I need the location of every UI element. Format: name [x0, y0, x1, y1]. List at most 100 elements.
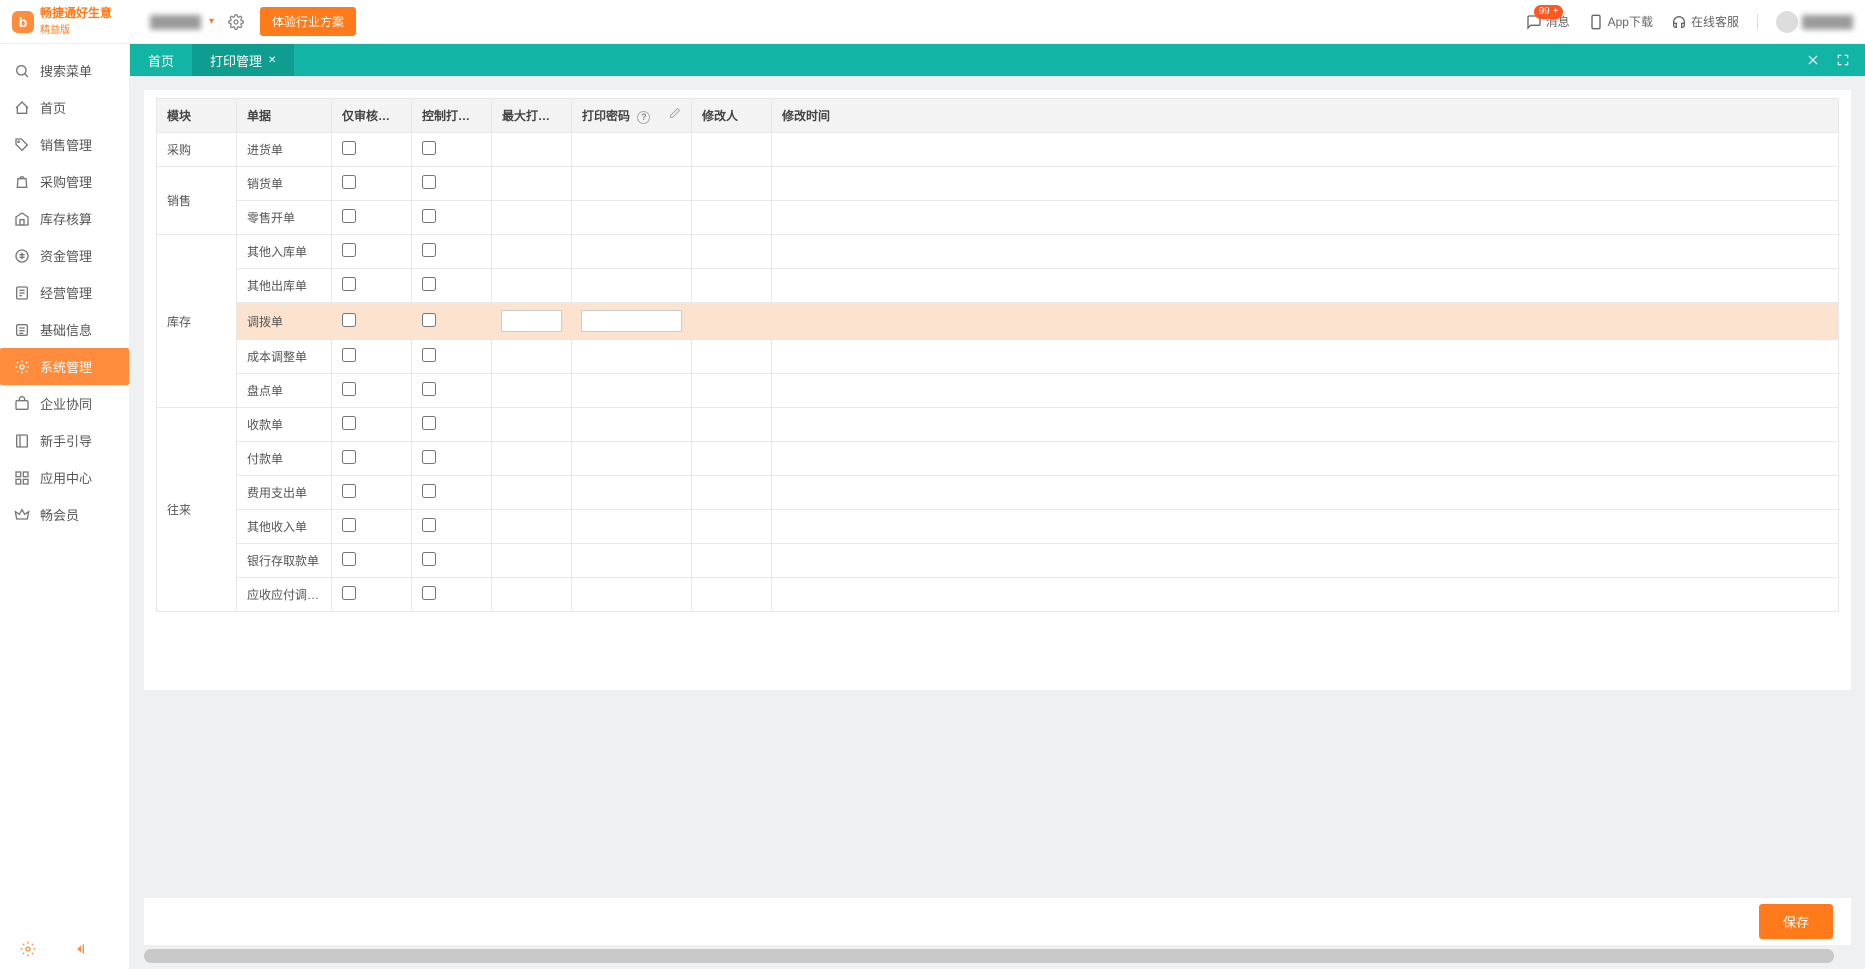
- control-checkbox[interactable]: [422, 484, 436, 498]
- collapse-icon[interactable]: [72, 941, 88, 957]
- table-row[interactable]: 销售销货单: [157, 167, 1839, 201]
- user-menu[interactable]: ██████: [1776, 11, 1853, 33]
- save-button[interactable]: 保存: [1759, 904, 1833, 939]
- max-input[interactable]: [502, 311, 561, 331]
- sidebar-item-10[interactable]: 新手引导: [0, 422, 129, 459]
- control-checkbox[interactable]: [422, 313, 436, 327]
- sidebar-item-6[interactable]: 经营管理: [0, 274, 129, 311]
- control-checkbox[interactable]: [422, 416, 436, 430]
- table-row[interactable]: 盘点单: [157, 374, 1839, 408]
- close-all-tabs-icon[interactable]: [1805, 52, 1821, 68]
- cell-audit: [332, 269, 412, 303]
- table-row[interactable]: 应收应付调整单: [157, 578, 1839, 612]
- control-checkbox[interactable]: [422, 209, 436, 223]
- th-module: 模块: [157, 99, 237, 133]
- audit-checkbox[interactable]: [342, 416, 356, 430]
- table-row[interactable]: 费用支出单: [157, 476, 1839, 510]
- control-checkbox[interactable]: [422, 277, 436, 291]
- control-checkbox[interactable]: [422, 175, 436, 189]
- app-download-button[interactable]: App下载: [1588, 13, 1653, 30]
- control-checkbox[interactable]: [422, 141, 436, 155]
- control-checkbox[interactable]: [422, 382, 436, 396]
- table-row[interactable]: 其他出库单: [157, 269, 1839, 303]
- audit-checkbox[interactable]: [342, 209, 356, 223]
- control-checkbox[interactable]: [422, 450, 436, 464]
- control-checkbox[interactable]: [422, 552, 436, 566]
- cell-modifier: [692, 340, 772, 374]
- sidebar-item-0[interactable]: 搜索菜单: [0, 52, 129, 89]
- tab-0[interactable]: 首页: [130, 44, 192, 76]
- audit-checkbox[interactable]: [342, 243, 356, 257]
- help-icon[interactable]: ?: [637, 111, 650, 124]
- cell-max[interactable]: [492, 303, 572, 340]
- fullscreen-icon[interactable]: [1835, 52, 1851, 68]
- sidebar-item-12[interactable]: 畅会员: [0, 496, 129, 533]
- sidebar-item-2[interactable]: 销售管理: [0, 126, 129, 163]
- settings-small-icon[interactable]: [20, 941, 36, 957]
- cell-doc: 银行存取款单: [237, 544, 332, 578]
- sidebar-item-9[interactable]: 企业协同: [0, 385, 129, 422]
- edit-icon[interactable]: [669, 107, 681, 119]
- pwd-input[interactable]: [582, 311, 681, 331]
- divider: [1757, 14, 1758, 30]
- sidebar-item-label: 采购管理: [40, 172, 92, 191]
- audit-checkbox[interactable]: [342, 552, 356, 566]
- logo-icon: b: [12, 11, 34, 33]
- audit-checkbox[interactable]: [342, 141, 356, 155]
- cell-max: [492, 476, 572, 510]
- online-service-button[interactable]: 在线客服: [1671, 13, 1739, 30]
- table-row[interactable]: 库存其他入库单: [157, 235, 1839, 269]
- control-checkbox[interactable]: [422, 243, 436, 257]
- cell-control: [412, 374, 492, 408]
- cell-audit: [332, 408, 412, 442]
- control-checkbox[interactable]: [422, 348, 436, 362]
- audit-checkbox[interactable]: [342, 484, 356, 498]
- control-checkbox[interactable]: [422, 586, 436, 600]
- audit-checkbox[interactable]: [342, 175, 356, 189]
- account-selector[interactable]: ██████ ▾: [150, 15, 214, 29]
- table-row[interactable]: 往来收款单: [157, 408, 1839, 442]
- cell-control: [412, 303, 492, 340]
- sidebar-item-label: 新手引导: [40, 431, 92, 450]
- cell-audit: [332, 476, 412, 510]
- cell-max: [492, 374, 572, 408]
- tab-label: 首页: [148, 51, 174, 70]
- audit-checkbox[interactable]: [342, 348, 356, 362]
- sidebar-item-8[interactable]: 系统管理: [0, 348, 129, 385]
- control-checkbox[interactable]: [422, 518, 436, 532]
- cell-doc: 进货单: [237, 133, 332, 167]
- tab-close-icon[interactable]: ✕: [268, 55, 276, 66]
- audit-checkbox[interactable]: [342, 277, 356, 291]
- industry-solution-button[interactable]: 体验行业方案: [260, 7, 356, 36]
- sidebar-item-7[interactable]: 基础信息: [0, 311, 129, 348]
- cell-pwd[interactable]: [572, 303, 692, 340]
- audit-checkbox[interactable]: [342, 586, 356, 600]
- sidebar-item-11[interactable]: 应用中心: [0, 459, 129, 496]
- audit-checkbox[interactable]: [342, 313, 356, 327]
- tab-1[interactable]: 打印管理✕: [192, 44, 294, 76]
- scrollbar-thumb[interactable]: [144, 949, 1834, 963]
- cell-modifier: [692, 476, 772, 510]
- cell-modtime: [772, 303, 1839, 340]
- settings-icon[interactable]: [228, 14, 244, 30]
- table-row[interactable]: 零售开单: [157, 201, 1839, 235]
- messages-button[interactable]: 99 + 消息: [1526, 13, 1570, 30]
- sidebar-item-1[interactable]: 首页: [0, 89, 129, 126]
- audit-checkbox[interactable]: [342, 382, 356, 396]
- sidebar: 搜索菜单首页销售管理采购管理库存核算资金管理经营管理基础信息系统管理企业协同新手…: [0, 44, 130, 969]
- table-row[interactable]: 付款单: [157, 442, 1839, 476]
- horizontal-scrollbar[interactable]: [144, 949, 1851, 963]
- cell-modtime: [772, 235, 1839, 269]
- cell-pwd: [572, 374, 692, 408]
- table-row[interactable]: 银行存取款单: [157, 544, 1839, 578]
- table-row[interactable]: 调拨单: [157, 303, 1839, 340]
- table-row[interactable]: 采购进货单: [157, 133, 1839, 167]
- sidebar-item-5[interactable]: 资金管理: [0, 237, 129, 274]
- table-row[interactable]: 成本调整单: [157, 340, 1839, 374]
- table-row[interactable]: 其他收入单: [157, 510, 1839, 544]
- cell-pwd: [572, 133, 692, 167]
- sidebar-item-4[interactable]: 库存核算: [0, 200, 129, 237]
- audit-checkbox[interactable]: [342, 518, 356, 532]
- sidebar-item-3[interactable]: 采购管理: [0, 163, 129, 200]
- audit-checkbox[interactable]: [342, 450, 356, 464]
